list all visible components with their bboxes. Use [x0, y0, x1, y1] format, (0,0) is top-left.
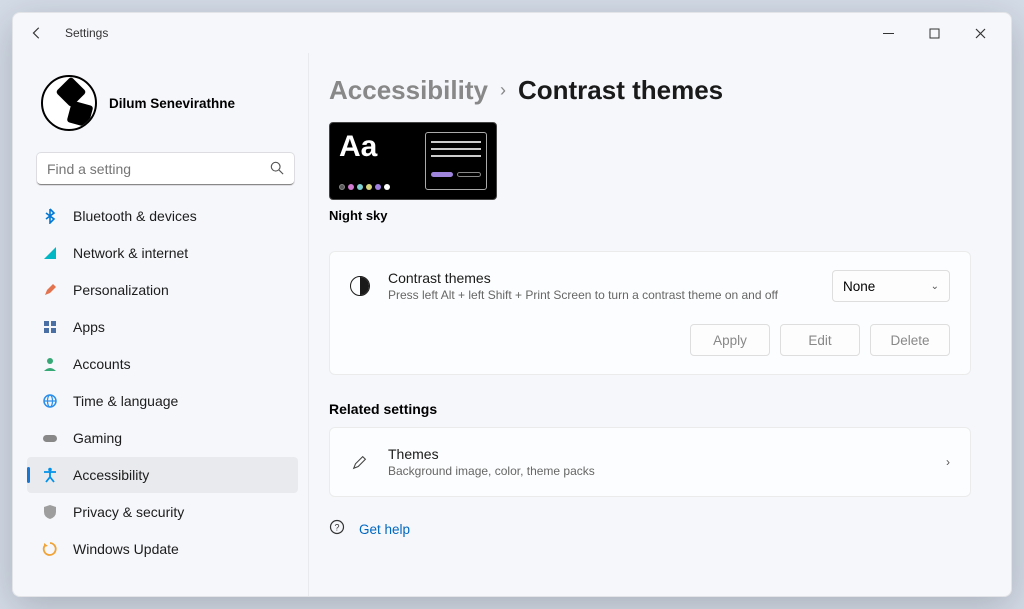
svg-text:?: ? [334, 523, 339, 533]
card-subtitle: Press left Alt + left Shift + Print Scre… [388, 288, 814, 302]
sidebar-item-label: Gaming [73, 430, 122, 446]
help-icon: ? [329, 519, 345, 540]
paintbrush-icon [350, 452, 370, 472]
themes-subtitle: Background image, color, theme packs [388, 464, 928, 478]
contrast-themes-card: Contrast themes Press left Alt + left Sh… [329, 251, 971, 375]
sidebar: Dilum Senevirathne Bluetooth & devices Ne… [13, 53, 308, 596]
sidebar-item-label: Network & internet [73, 245, 188, 261]
related-heading: Related settings [329, 401, 971, 417]
breadcrumb-parent[interactable]: Accessibility [329, 75, 488, 106]
app-title: Settings [65, 26, 108, 40]
themes-link-card[interactable]: Themes Background image, color, theme pa… [329, 427, 971, 497]
sidebar-item-shield[interactable]: Privacy & security [27, 494, 298, 530]
get-help-link[interactable]: Get help [359, 522, 410, 537]
back-button[interactable] [21, 17, 53, 49]
edit-button[interactable]: Edit [780, 324, 860, 356]
apps-icon [41, 318, 59, 336]
help-row: ? Get help [329, 519, 971, 540]
sidebar-item-update[interactable]: Windows Update [27, 531, 298, 567]
shield-icon [41, 503, 59, 521]
sidebar-item-bluetooth[interactable]: Bluetooth & devices [27, 198, 298, 234]
nav-list: Bluetooth & devices Network & internet Per… [25, 193, 300, 592]
maximize-button[interactable] [911, 17, 957, 49]
sidebar-item-label: Accessibility [73, 467, 149, 483]
user-name: Dilum Senevirathne [109, 96, 235, 111]
sidebar-item-label: Personalization [73, 282, 169, 298]
wifi-icon [41, 244, 59, 262]
sidebar-item-person[interactable]: Accounts [27, 346, 298, 382]
profile[interactable]: Dilum Senevirathne [25, 57, 300, 149]
content-area: Accessibility › Contrast themes Aa [308, 53, 1011, 596]
preview-text-icon: Aa [339, 132, 419, 162]
sidebar-item-label: Apps [73, 319, 105, 335]
title-bar: Settings [13, 13, 1011, 53]
chevron-right-icon: › [946, 455, 950, 469]
sidebar-item-apps[interactable]: Apps [27, 309, 298, 345]
search-container [37, 153, 294, 185]
close-button[interactable] [957, 17, 1003, 49]
sidebar-item-paint[interactable]: Personalization [27, 272, 298, 308]
breadcrumb: Accessibility › Contrast themes [329, 53, 971, 122]
search-icon [270, 161, 284, 178]
window-controls [865, 17, 1003, 49]
sidebar-item-label: Bluetooth & devices [73, 208, 197, 224]
sidebar-item-accessibility[interactable]: Accessibility [27, 457, 298, 493]
dropdown-value: None [843, 279, 875, 294]
minimize-button[interactable] [865, 17, 911, 49]
sidebar-item-label: Windows Update [73, 541, 179, 557]
sidebar-item-label: Time & language [73, 393, 178, 409]
theme-dropdown[interactable]: None ⌄ [832, 270, 950, 302]
themes-title: Themes [388, 446, 928, 462]
search-input[interactable] [37, 153, 294, 185]
update-icon [41, 540, 59, 558]
sidebar-item-wifi[interactable]: Network & internet [27, 235, 298, 271]
sidebar-item-label: Accounts [73, 356, 131, 372]
sidebar-item-label: Privacy & security [73, 504, 184, 520]
breadcrumb-current: Contrast themes [518, 75, 723, 106]
settings-window: Settings Dilum Senevirathne Bluetooth & … [12, 12, 1012, 597]
preview-thumbnail: Aa [329, 122, 497, 200]
gaming-icon [41, 429, 59, 447]
sidebar-item-globe[interactable]: Time & language [27, 383, 298, 419]
card-title: Contrast themes [388, 270, 814, 286]
chevron-right-icon: › [500, 80, 506, 101]
globe-icon [41, 392, 59, 410]
theme-preview[interactable]: Aa [329, 122, 497, 223]
accessibility-icon [41, 466, 59, 484]
person-icon [41, 355, 59, 373]
sidebar-item-gaming[interactable]: Gaming [27, 420, 298, 456]
paint-icon [41, 281, 59, 299]
delete-button[interactable]: Delete [870, 324, 950, 356]
chevron-down-icon: ⌄ [931, 281, 939, 292]
apply-button[interactable]: Apply [690, 324, 770, 356]
preview-label: Night sky [329, 208, 497, 223]
bluetooth-icon [41, 207, 59, 225]
contrast-icon [350, 276, 370, 296]
avatar [41, 75, 97, 131]
